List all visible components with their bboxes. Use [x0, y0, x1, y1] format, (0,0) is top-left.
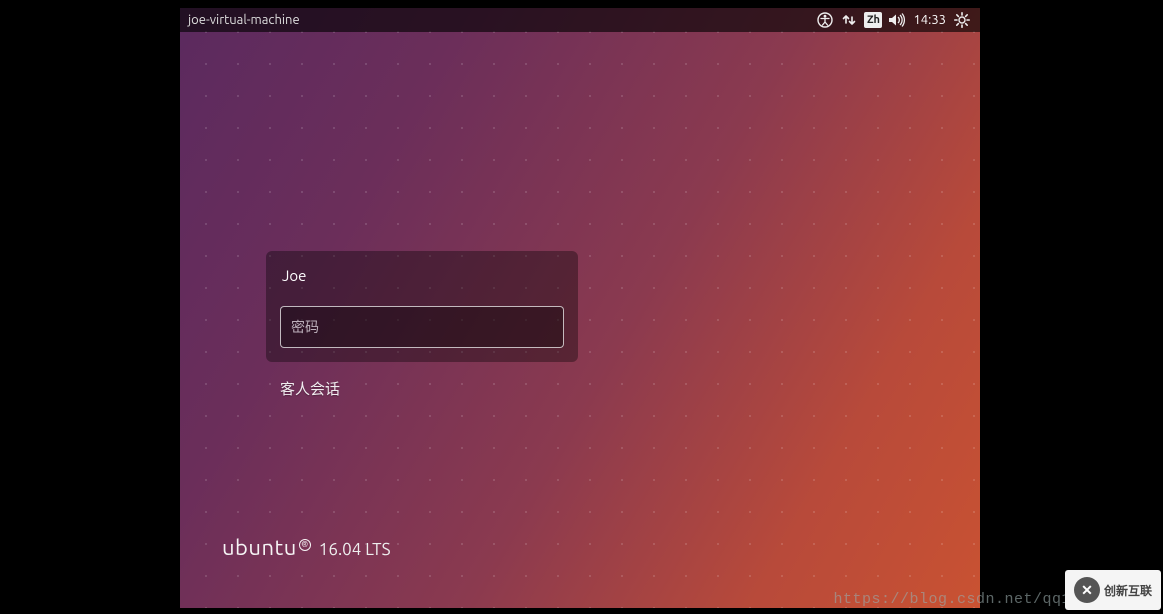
- network-updown-icon: [841, 12, 857, 28]
- accessibility-icon: [817, 12, 833, 28]
- selected-user-label[interactable]: Joe: [280, 267, 564, 284]
- hostname-label: joe-virtual-machine: [186, 13, 300, 27]
- gear-power-icon: [954, 12, 970, 28]
- system-indicator[interactable]: [950, 8, 974, 32]
- input-method-indicator[interactable]: Zh: [861, 8, 885, 32]
- accessibility-indicator[interactable]: [813, 8, 837, 32]
- guest-session-button[interactable]: 客人会话: [280, 378, 340, 399]
- ime-language-icon: Zh: [864, 12, 882, 28]
- login-card: Joe: [266, 251, 578, 362]
- os-branding: ubuntu® 16.04 LTS: [222, 535, 391, 560]
- top-menu-bar: joe-virtual-machine Zh: [180, 8, 980, 32]
- network-indicator[interactable]: [837, 8, 861, 32]
- watermark-logo: ✕ 创新互联: [1065, 570, 1161, 610]
- watermark-url: https://blog.csdn.net/qq1: [833, 591, 1071, 608]
- watermark-logo-text: 创新互联: [1104, 582, 1152, 599]
- os-version-label: 16.04 LTS: [319, 540, 391, 559]
- registered-mark-icon: ®: [299, 539, 311, 551]
- watermark-logo-icon: ✕: [1074, 577, 1100, 603]
- password-input[interactable]: [280, 306, 564, 348]
- ubuntu-login-screen: joe-virtual-machine Zh: [180, 8, 980, 608]
- clock-indicator[interactable]: 14:33: [909, 13, 950, 27]
- ubuntu-wordmark: ubuntu: [222, 535, 297, 560]
- sound-indicator[interactable]: [885, 8, 909, 32]
- volume-icon: [888, 12, 906, 28]
